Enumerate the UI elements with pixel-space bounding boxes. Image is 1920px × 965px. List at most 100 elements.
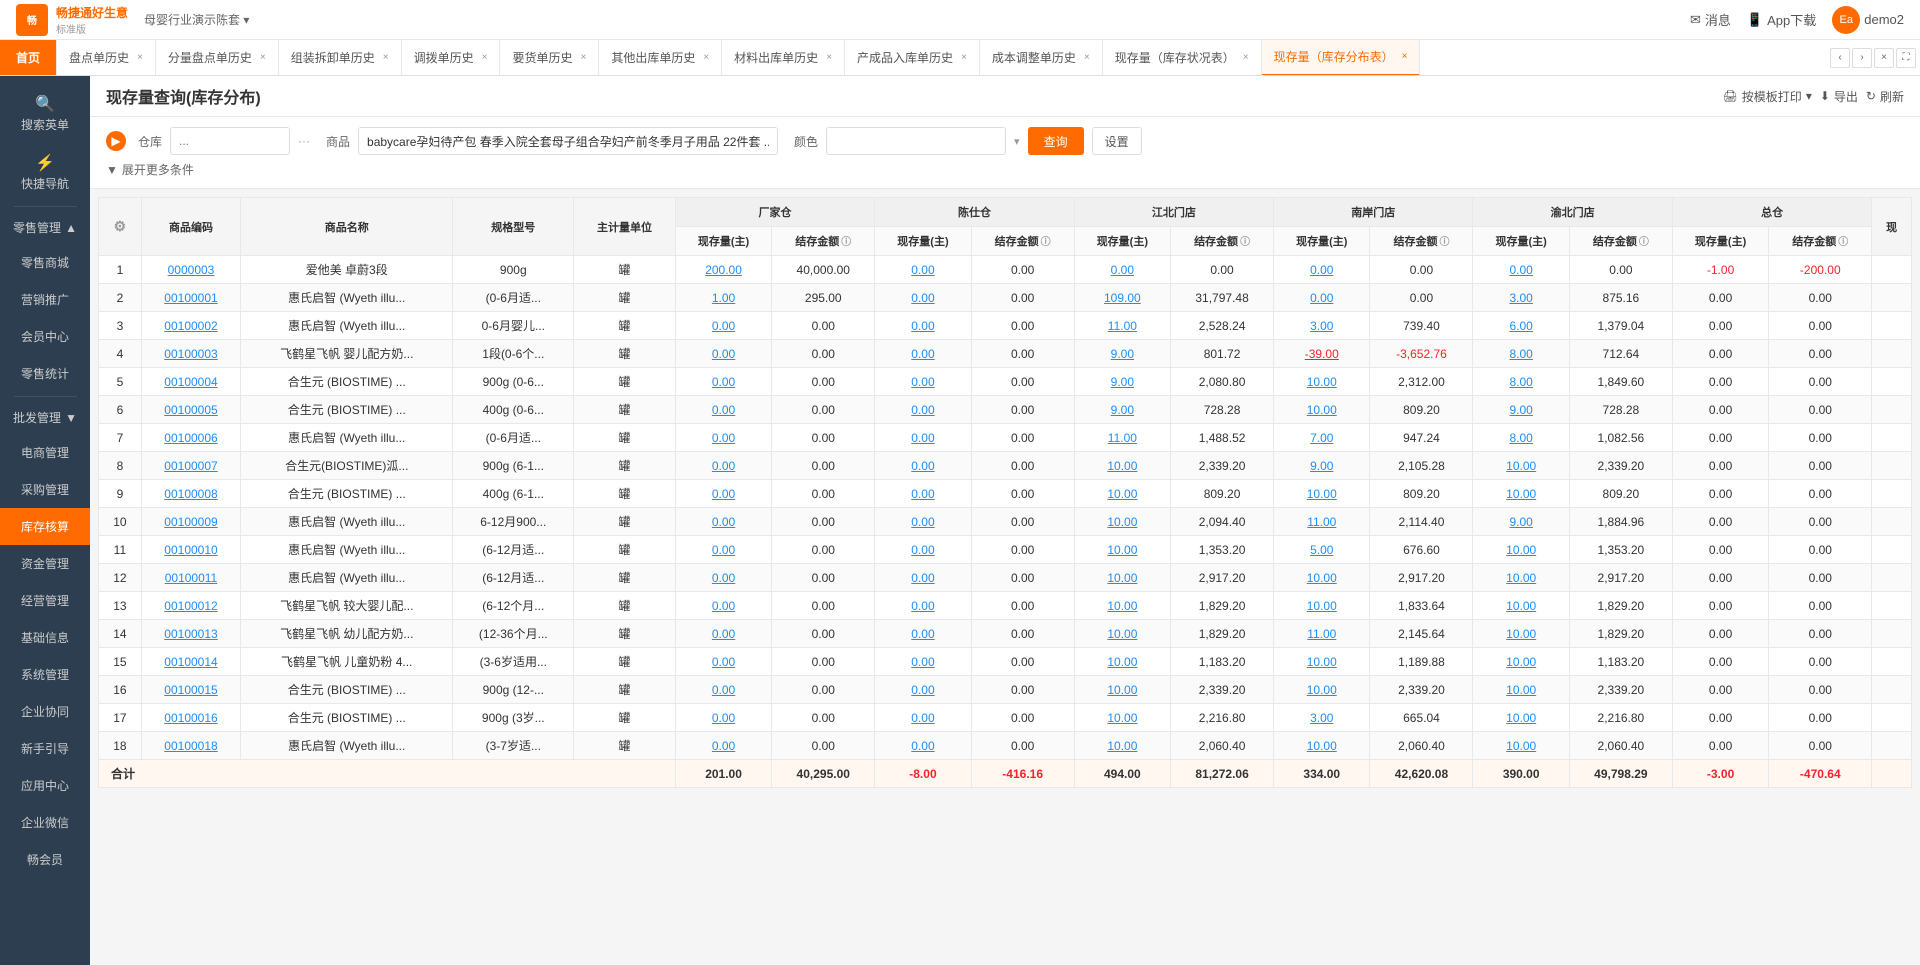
- sidebar-item-retail-mgmt[interactable]: 零售管理▲: [0, 211, 90, 244]
- color-input[interactable]: [826, 127, 1006, 155]
- tab-close-all-btn[interactable]: ×: [1874, 48, 1894, 68]
- refresh-btn[interactable]: ↻ 刷新: [1866, 88, 1904, 105]
- tab-requisition[interactable]: 要货单历史 ×: [500, 40, 599, 76]
- col-yb-amt: 结存金额ⓘ: [1569, 227, 1672, 256]
- top-right-actions: ✉ 消息 📱 App下载 Ea demo2: [1690, 6, 1904, 34]
- total-yb-amt: 49,798.29: [1569, 760, 1672, 788]
- total-yb-qty: 390.00: [1473, 760, 1569, 788]
- col-f-amt: 结存金额ⓘ: [772, 227, 875, 256]
- col-product-name: 商品名称: [241, 198, 453, 256]
- sidebar-item-marketing[interactable]: 营销推广: [0, 281, 90, 318]
- warehouse-label: 仓库: [138, 133, 162, 150]
- logo-text: 畅捷通好生意 标准版: [56, 4, 128, 36]
- total-na-qty: 334.00: [1274, 760, 1370, 788]
- tab-home[interactable]: 首页: [0, 40, 57, 76]
- tab-inventory-count[interactable]: 盘点单历史 ×: [57, 40, 156, 76]
- tab-transfer[interactable]: 调拨单历史 ×: [402, 40, 501, 76]
- sidebar-item-shortcut[interactable]: ⚡ 快捷导航: [0, 143, 90, 202]
- col-spec: 规格型号: [453, 198, 574, 256]
- table-row: 13 00100012 飞鹤星飞帆 较大婴儿配... (6-12个月... 罐 …: [99, 592, 1912, 620]
- total-jb-amt: 81,272.06: [1171, 760, 1274, 788]
- sidebar-item-basic[interactable]: 基础信息: [0, 619, 90, 656]
- col-na-amt: 结存金额ⓘ: [1370, 227, 1473, 256]
- tab-production-in[interactable]: 产成品入库单历史 ×: [845, 40, 980, 76]
- tab-split-count[interactable]: 分量盘点单历史 ×: [156, 40, 279, 76]
- logo-symbol: 畅: [27, 12, 37, 27]
- col-gear[interactable]: ⚙: [99, 198, 142, 256]
- tab-assembly[interactable]: 组装拆卸单历史 ×: [279, 40, 402, 76]
- goods-label: 商品: [326, 133, 350, 150]
- page-actions: 🖨 按模板打印 ▾ ⬇ 导出 ↻ 刷新: [1723, 88, 1904, 105]
- table-row: 10 00100009 惠氏启智 (Wyeth illu... 6-12月900…: [99, 508, 1912, 536]
- tab-expand-btn[interactable]: ⛶: [1896, 48, 1916, 68]
- goods-input[interactable]: [358, 127, 778, 155]
- tab-next-btn[interactable]: ›: [1852, 48, 1872, 68]
- sidebar-item-purchase[interactable]: 采购管理: [0, 471, 90, 508]
- tab-stock-status[interactable]: 现存量（库存状况表）×: [1103, 40, 1262, 76]
- table-row: 2 00100001 惠氏启智 (Wyeth illu... (0-6月适...…: [99, 284, 1912, 312]
- sidebar-item-weixin[interactable]: 企业微信: [0, 804, 90, 841]
- total-c-qty: -8.00: [875, 760, 971, 788]
- table-row: 14 00100013 飞鹤星飞帆 幼儿配方奶... (12-36个月... 罐…: [99, 620, 1912, 648]
- tab-cost-adjust[interactable]: 成本调整单历史 ×: [980, 40, 1103, 76]
- sidebar-item-finance[interactable]: 资金管理: [0, 545, 90, 582]
- total-f-qty: 201.00: [675, 760, 771, 788]
- sidebar-item-enterprise[interactable]: 企业协同: [0, 693, 90, 730]
- user-avatar: Ea: [1832, 6, 1860, 34]
- page-title: 现存量查询(库存分布): [106, 84, 261, 108]
- table-row: 17 00100016 合生元 (BIOSTIME) ... 900g (3岁.…: [99, 704, 1912, 732]
- message-btn[interactable]: ✉ 消息: [1690, 10, 1731, 29]
- col-unit: 主计量单位: [574, 198, 676, 256]
- query-btn[interactable]: 查询: [1028, 127, 1084, 155]
- filter-expand-icon[interactable]: ▶: [106, 131, 126, 151]
- sidebar-item-operation[interactable]: 经营管理: [0, 582, 90, 619]
- total-c-amt: -416.16: [971, 760, 1074, 788]
- total-label: 合计: [99, 760, 676, 788]
- sidebar-item-system[interactable]: 系统管理: [0, 656, 90, 693]
- col-t-amt: 结存金额ⓘ: [1769, 227, 1872, 256]
- sidebar-item-ecommerce[interactable]: 电商管理: [0, 434, 90, 471]
- tab-other-out[interactable]: 其他出库单历史 ×: [599, 40, 722, 76]
- table-row: 5 00100004 合生元 (BIOSTIME) ... 900g (0-6.…: [99, 368, 1912, 396]
- total-row: 合计 201.00 40,295.00 -8.00 -416.16 494.00…: [99, 760, 1912, 788]
- table-row: 6 00100005 合生元 (BIOSTIME) ... 400g (0-6.…: [99, 396, 1912, 424]
- col-total: 总仓: [1672, 198, 1871, 227]
- sidebar-item-wholesale[interactable]: 批发管理▼: [0, 401, 90, 434]
- settings-btn[interactable]: 设置: [1092, 127, 1142, 155]
- col-product-code: 商品编码: [141, 198, 240, 256]
- sidebar-item-inventory[interactable]: 库存核算: [0, 508, 90, 545]
- user-menu[interactable]: Ea demo2: [1832, 6, 1904, 34]
- col-nanbin-store: 南岸门店: [1274, 198, 1473, 227]
- col-jb-qty: 现存量(主): [1074, 227, 1170, 256]
- content-area: 现存量查询(库存分布) 🖨 按模板打印 ▾ ⬇ 导出 ↻ 刷新: [90, 76, 1920, 965]
- logo-area: 畅 畅捷通好生意 标准版 母婴行业演示陈套 ▾: [16, 4, 249, 36]
- col-chensi-warehouse: 陈仕仓: [875, 198, 1074, 227]
- sidebar-item-retail-stats[interactable]: 零售统计: [0, 355, 90, 392]
- sidebar-item-vip[interactable]: 畅会员: [0, 841, 90, 878]
- table-row: 1 0000003 爱他美 卓蔚3段 900g 罐 200.00 40,000.…: [99, 256, 1912, 284]
- export-btn[interactable]: ⬇ 导出: [1820, 88, 1858, 105]
- app-download-btn[interactable]: 📱 App下载: [1747, 10, 1816, 29]
- sidebar-item-retail-mall[interactable]: 零售商城: [0, 244, 90, 281]
- sidebar-item-member[interactable]: 会员中心: [0, 318, 90, 355]
- sidebar: 🔍 搜索英单 ⚡ 快捷导航 零售管理▲ 零售商城 营销推广 会员中心 零售统计 …: [0, 76, 90, 965]
- sidebar-divider-2: [14, 396, 77, 397]
- col-t-qty: 现存量(主): [1672, 227, 1768, 256]
- table-container[interactable]: ⚙ 商品编码 商品名称 规格型号 主计量单位 厂家仓 陈仕仓 江北门店 南岸门店…: [90, 189, 1920, 965]
- sidebar-item-appstore[interactable]: 应用中心: [0, 767, 90, 804]
- inventory-table: ⚙ 商品编码 商品名称 规格型号 主计量单位 厂家仓 陈仕仓 江北门店 南岸门店…: [98, 197, 1912, 788]
- table-row: 11 00100010 惠氏启智 (Wyeth illu... (6-12月适.…: [99, 536, 1912, 564]
- print-btn[interactable]: 🖨 按模板打印 ▾: [1723, 88, 1812, 105]
- tab-stock-dist[interactable]: 现存量（库存分布表）×: [1262, 40, 1421, 76]
- tab-material-out[interactable]: 材料出库单历史 ×: [722, 40, 845, 76]
- table-row: 15 00100014 飞鹤星飞帆 儿童奶粉 4... (3-6岁适用... 罐…: [99, 648, 1912, 676]
- warehouse-input[interactable]: [170, 127, 290, 155]
- sidebar-item-guide[interactable]: 新手引导: [0, 730, 90, 767]
- expand-more-btn[interactable]: ▼ 展开更多条件: [106, 161, 1904, 178]
- filter-bar: ▶ 仓库 ··· 商品 颜色 ▾ 查询 设置 ▼ 展开更多条件: [90, 117, 1920, 189]
- col-na-qty: 现存量(主): [1274, 227, 1370, 256]
- table-row: 16 00100015 合生元 (BIOSTIME) ... 900g (12-…: [99, 676, 1912, 704]
- tab-prev-btn[interactable]: ‹: [1830, 48, 1850, 68]
- total-t-amt: -470.64: [1769, 760, 1872, 788]
- sidebar-item-search[interactable]: 🔍 搜索英单: [0, 84, 90, 143]
